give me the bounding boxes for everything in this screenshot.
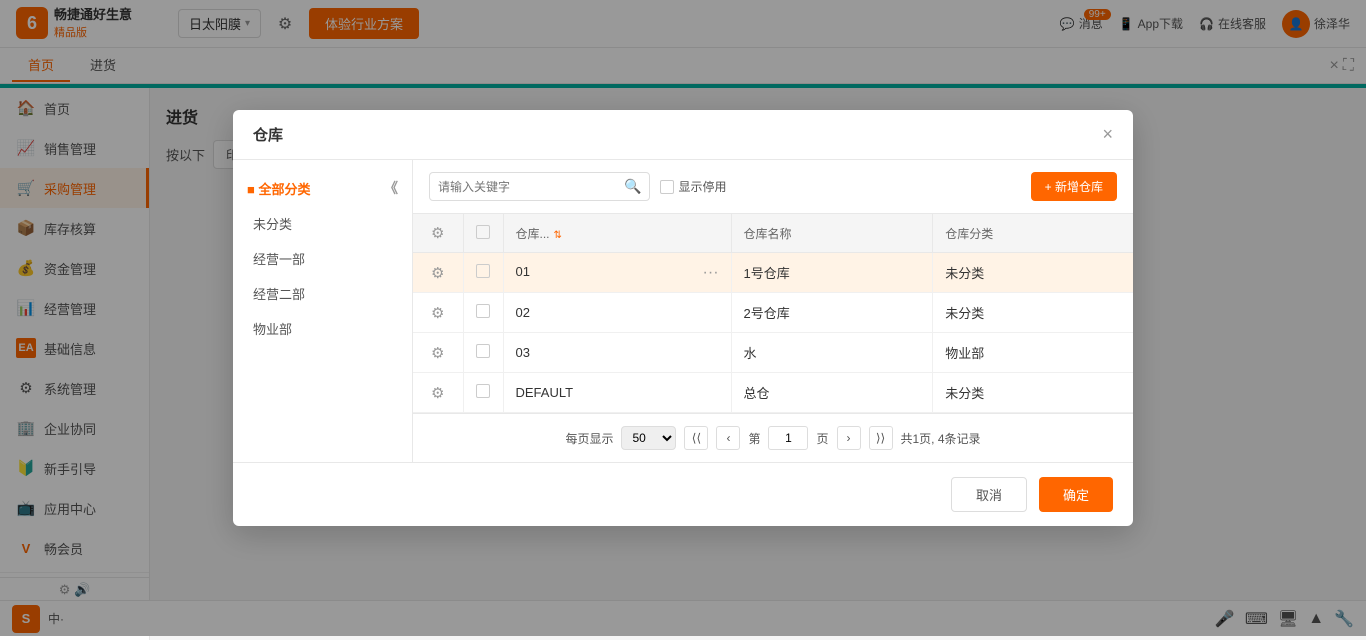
td-checkbox-2 bbox=[463, 293, 503, 333]
category-collapse-button[interactable]: 《 bbox=[384, 178, 398, 198]
table-row: ⚙ 03 水 物业部 bbox=[413, 333, 1133, 373]
pagination: 每页显示 50 10 20 100 ⟨⟨ ‹ 第 页 › ⟩⟩ 共1页, 4条记… bbox=[413, 413, 1133, 462]
search-input-wrapper: 🔍 bbox=[429, 172, 650, 201]
sort-code-icon: ⇅ bbox=[554, 230, 562, 241]
search-input[interactable] bbox=[438, 180, 618, 194]
table-panel: 🔍 显示停用 + 新增仓库 ⚙ bbox=[413, 160, 1133, 462]
modal-header: 仓库 × bbox=[233, 110, 1133, 160]
th-checkbox bbox=[463, 214, 503, 253]
more-button-1[interactable]: ··· bbox=[703, 264, 719, 282]
td-checkbox-3 bbox=[463, 333, 503, 373]
row-checkbox-1[interactable] bbox=[476, 264, 490, 278]
row-checkbox-4[interactable] bbox=[476, 384, 490, 398]
last-page-button[interactable]: ⟩⟩ bbox=[869, 426, 893, 450]
row-gear-icon-4[interactable]: ⚙ bbox=[431, 385, 444, 402]
th-gear: ⚙ bbox=[413, 214, 463, 253]
td-gear-4: ⚙ bbox=[413, 373, 463, 413]
category-all-header[interactable]: ■ 全部分类 《 bbox=[233, 170, 412, 206]
row-gear-icon-1[interactable]: ⚙ bbox=[431, 265, 444, 282]
add-warehouse-button[interactable]: + 新增仓库 bbox=[1031, 172, 1117, 201]
category-all-label: ■ 全部分类 bbox=[247, 179, 310, 198]
warehouse-modal: 仓库 × ■ 全部分类 《 未分类 经营一部 经营二部 物业部 bbox=[233, 110, 1133, 526]
prev-page-button[interactable]: ‹ bbox=[716, 426, 740, 450]
table-row: ⚙ DEFAULT 总仓 未分类 bbox=[413, 373, 1133, 413]
td-name-2: 2号仓库 bbox=[731, 293, 933, 333]
modal-body: ■ 全部分类 《 未分类 经营一部 经营二部 物业部 🔍 bbox=[233, 160, 1133, 462]
td-checkbox-4 bbox=[463, 373, 503, 413]
th-category: 仓库分类 bbox=[933, 214, 1133, 253]
category-item-operation2[interactable]: 经营二部 bbox=[233, 276, 412, 311]
category-item-operation1[interactable]: 经营一部 bbox=[233, 241, 412, 276]
td-category-3: 物业部 bbox=[933, 333, 1133, 373]
modal-close-button[interactable]: × bbox=[1102, 124, 1113, 145]
table-header-row: ⚙ 仓库...⇅ 仓库名称 仓库分类 bbox=[413, 214, 1133, 253]
modal-title: 仓库 bbox=[253, 124, 283, 145]
confirm-button[interactable]: 确定 bbox=[1039, 477, 1113, 512]
td-name-1: 1号仓库 bbox=[731, 253, 933, 293]
show-disabled-toggle[interactable]: 显示停用 bbox=[660, 178, 726, 195]
td-code-4: DEFAULT bbox=[503, 373, 731, 413]
cancel-button[interactable]: 取消 bbox=[951, 477, 1027, 512]
td-gear-1: ⚙ bbox=[413, 253, 463, 293]
show-disabled-label: 显示停用 bbox=[678, 178, 726, 195]
search-icon[interactable]: 🔍 bbox=[624, 178, 641, 195]
page-suffix: 页 bbox=[816, 430, 828, 447]
data-table: ⚙ 仓库...⇅ 仓库名称 仓库分类 ⚙ 01··· bbox=[413, 214, 1133, 413]
td-gear-2: ⚙ bbox=[413, 293, 463, 333]
category-panel: ■ 全部分类 《 未分类 经营一部 经营二部 物业部 bbox=[233, 160, 413, 462]
modal-overlay: 仓库 × ■ 全部分类 《 未分类 经营一部 经营二部 物业部 bbox=[0, 0, 1366, 636]
table-head: ⚙ 仓库...⇅ 仓库名称 仓库分类 bbox=[413, 214, 1133, 253]
next-page-button[interactable]: › bbox=[837, 426, 861, 450]
td-checkbox-1 bbox=[463, 253, 503, 293]
first-page-button[interactable]: ⟨⟨ bbox=[684, 426, 708, 450]
category-item-unclassified[interactable]: 未分类 bbox=[233, 206, 412, 241]
table-row: ⚙ 02 2号仓库 未分类 bbox=[413, 293, 1133, 333]
select-all-checkbox[interactable] bbox=[476, 225, 490, 239]
modal-footer: 取消 确定 bbox=[233, 462, 1133, 526]
table-toolbar: 🔍 显示停用 + 新增仓库 bbox=[413, 160, 1133, 214]
show-disabled-checkbox[interactable] bbox=[660, 180, 674, 194]
td-category-2: 未分类 bbox=[933, 293, 1133, 333]
page-number-input[interactable] bbox=[768, 426, 808, 450]
row-gear-icon-2[interactable]: ⚙ bbox=[431, 305, 444, 322]
td-name-3: 水 bbox=[731, 333, 933, 373]
gear-settings-icon[interactable]: ⚙ bbox=[431, 225, 444, 242]
per-page-select[interactable]: 50 10 20 100 bbox=[621, 426, 676, 450]
td-code-3: 03 bbox=[503, 333, 731, 373]
table-body: ⚙ 01··· 1号仓库 未分类 ⚙ 02 2号仓库 bbox=[413, 253, 1133, 413]
th-code: 仓库...⇅ bbox=[503, 214, 731, 253]
row-gear-icon-3[interactable]: ⚙ bbox=[431, 345, 444, 362]
page-label: 第 bbox=[748, 430, 760, 447]
table-row: ⚙ 01··· 1号仓库 未分类 bbox=[413, 253, 1133, 293]
td-code-1: 01··· bbox=[503, 253, 731, 293]
row-checkbox-3[interactable] bbox=[476, 344, 490, 358]
warehouse-table: ⚙ 仓库...⇅ 仓库名称 仓库分类 ⚙ 01··· bbox=[413, 214, 1133, 413]
td-category-1: 未分类 bbox=[933, 253, 1133, 293]
per-page-label: 每页显示 bbox=[565, 430, 613, 447]
td-gear-3: ⚙ bbox=[413, 333, 463, 373]
td-name-4: 总仓 bbox=[731, 373, 933, 413]
row-checkbox-2[interactable] bbox=[476, 304, 490, 318]
total-info: 共1页, 4条记录 bbox=[901, 430, 981, 447]
td-category-4: 未分类 bbox=[933, 373, 1133, 413]
td-code-2: 02 bbox=[503, 293, 731, 333]
th-name: 仓库名称 bbox=[731, 214, 933, 253]
category-item-property[interactable]: 物业部 bbox=[233, 311, 412, 346]
